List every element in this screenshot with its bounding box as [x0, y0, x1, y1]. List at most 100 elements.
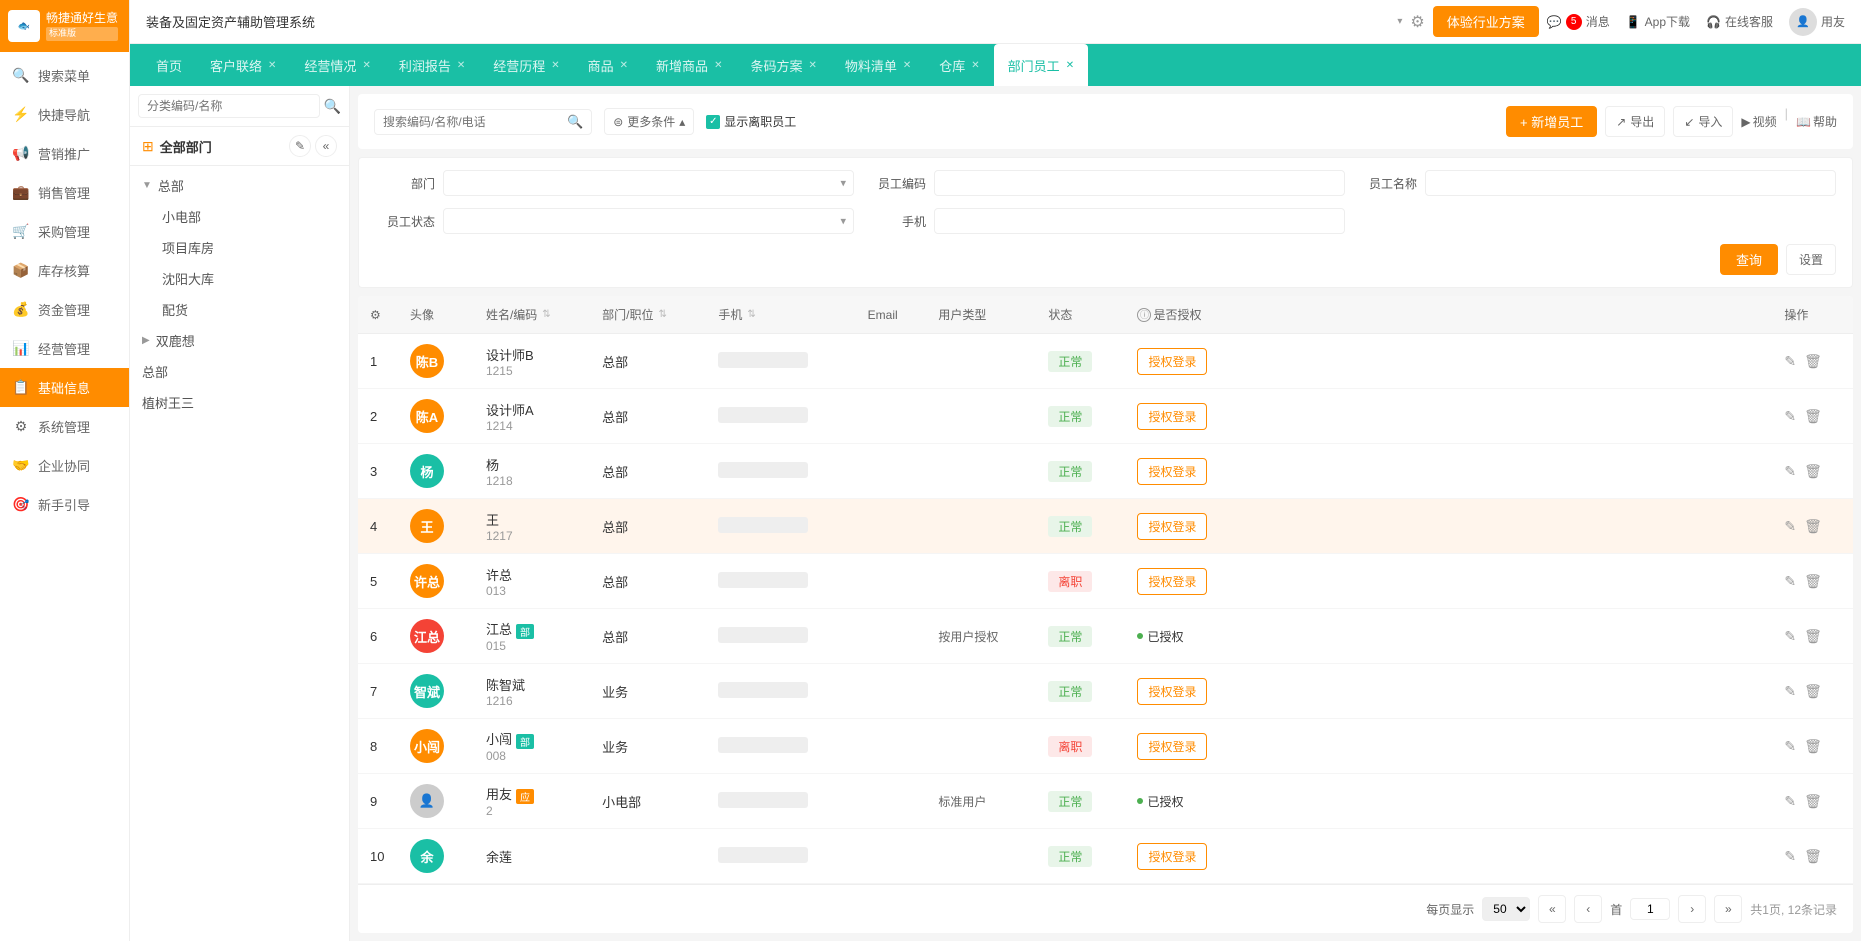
sidebar-item-collab[interactable]: 🤝 企业协同 [0, 446, 129, 485]
delete-icon[interactable]: 🗑 [1804, 463, 1822, 480]
tab-warehouse-close[interactable]: ✕ [971, 60, 979, 71]
edit-icon[interactable]: ✎ [1784, 848, 1796, 865]
user-button[interactable]: 👤 用友 [1789, 8, 1845, 36]
col-dept[interactable]: 部门/职位 ⇅ [590, 296, 706, 334]
title-dropdown-arrow[interactable]: ▾ [1397, 16, 1402, 27]
auth-login-button[interactable]: 授权登录 [1137, 678, 1207, 705]
export-button[interactable]: ↗ 导出 [1605, 106, 1665, 137]
tab-employee-close[interactable]: ✕ [1066, 60, 1074, 71]
tab-add-goods[interactable]: 新增商品 ✕ [642, 44, 736, 86]
auth-login-button[interactable]: 授权登录 [1137, 458, 1207, 485]
emp-name-input[interactable] [1425, 170, 1836, 196]
delete-icon[interactable]: 🗑 [1804, 793, 1822, 810]
delete-icon[interactable]: 🗑 [1804, 353, 1822, 370]
dept-search-icon[interactable]: 🔍 [324, 98, 341, 115]
search-input[interactable] [383, 115, 563, 129]
tab-customer[interactable]: 客户联络 ✕ [196, 44, 290, 86]
dept-search-input[interactable] [138, 94, 320, 118]
next-page-btn[interactable]: › [1678, 895, 1706, 923]
col-phone[interactable]: 手机 ⇅ [706, 296, 855, 334]
sidebar-item-inventory[interactable]: 📦 库存核算 [0, 251, 129, 290]
dept-node-delivery[interactable]: 配货 [138, 294, 349, 325]
sidebar-item-search[interactable]: 🔍 搜索菜单 [0, 56, 129, 95]
auth-login-button[interactable]: 授权登录 [1137, 843, 1207, 870]
tab-bom-close[interactable]: ✕ [903, 60, 911, 71]
emp-code-input[interactable] [934, 170, 1345, 196]
per-page-select[interactable]: 50 [1482, 897, 1530, 921]
auth-login-button[interactable]: 授权登录 [1137, 403, 1207, 430]
tab-barcode-close[interactable]: ✕ [808, 60, 816, 71]
add-employee-button[interactable]: + 新增员工 [1506, 106, 1597, 137]
auth-login-button[interactable]: 授权登录 [1137, 348, 1207, 375]
sidebar-item-nav[interactable]: ⚡ 快捷导航 [0, 95, 129, 134]
dept-node-zongbu[interactable]: 总部 [130, 356, 349, 387]
sidebar-item-basic[interactable]: 📋 基础信息 [0, 368, 129, 407]
edit-icon[interactable]: ✎ [1784, 408, 1796, 425]
help-button[interactable]: 📖 帮助 [1796, 106, 1837, 137]
tab-home[interactable]: 首页 [142, 44, 196, 86]
edit-icon[interactable]: ✎ [1784, 353, 1796, 370]
delete-icon[interactable]: 🗑 [1804, 738, 1822, 755]
auth-login-button[interactable]: 授权登录 [1137, 733, 1207, 760]
tab-warehouse[interactable]: 仓库 ✕ [925, 44, 993, 86]
edit-icon[interactable]: ✎ [1784, 518, 1796, 535]
sidebar-item-guide[interactable]: 🎯 新手引导 [0, 485, 129, 524]
edit-icon[interactable]: ✎ [1784, 628, 1796, 645]
delete-icon[interactable]: 🗑 [1804, 573, 1822, 590]
tab-operation-close[interactable]: ✕ [362, 60, 370, 71]
dept-node-general[interactable]: ▼ 总部 [130, 170, 349, 201]
tab-profit[interactable]: 利润报告 ✕ [385, 44, 479, 86]
search-icon[interactable]: 🔍 [567, 114, 583, 130]
view-button[interactable]: ▶ 视频 [1741, 106, 1776, 137]
edit-icon[interactable]: ✎ [1784, 463, 1796, 480]
tab-goods[interactable]: 商品 ✕ [574, 44, 642, 86]
query-button[interactable]: 查询 [1720, 244, 1778, 275]
emp-status-select[interactable] [443, 208, 854, 234]
dept-node-shenyang[interactable]: 沈阳大库 [138, 263, 349, 294]
delete-icon[interactable]: 🗑 [1804, 408, 1822, 425]
more-conditions-btn[interactable]: ⊜ 更多条件 ▴ [604, 108, 694, 135]
settings-icon[interactable]: ⚙ [1410, 12, 1424, 32]
page-input[interactable] [1630, 898, 1670, 920]
setting-button[interactable]: 设置 [1786, 244, 1836, 275]
dept-collapse-btn[interactable]: « [315, 135, 337, 157]
delete-icon[interactable]: 🗑 [1804, 628, 1822, 645]
delete-icon[interactable]: 🗑 [1804, 683, 1822, 700]
edit-icon[interactable]: ✎ [1784, 683, 1796, 700]
col-settings[interactable]: ⚙ [358, 296, 398, 334]
tab-customer-close[interactable]: ✕ [268, 60, 276, 71]
online-service-button[interactable]: 🎧 在线客服 [1706, 13, 1773, 30]
dept-node-electronics[interactable]: 小电部 [138, 201, 349, 232]
sidebar-item-purchase[interactable]: 🛒 采购管理 [0, 212, 129, 251]
auth-login-button[interactable]: 授权登录 [1137, 513, 1207, 540]
app-download-button[interactable]: 📱 App下载 [1626, 13, 1690, 30]
dept-edit-btn[interactable]: ✎ [289, 135, 311, 157]
experience-button[interactable]: 体验行业方案 [1433, 6, 1539, 37]
edit-icon[interactable]: ✎ [1784, 793, 1796, 810]
tab-operation[interactable]: 经营情况 ✕ [290, 44, 384, 86]
tab-history-close[interactable]: ✕ [551, 60, 559, 71]
dept-node-shuanglu[interactable]: ▶ 双鹿想 [130, 325, 349, 356]
show-resigned-checkbox[interactable]: ✓ 显示离职员工 [706, 113, 796, 130]
auth-login-button[interactable]: 授权登录 [1137, 568, 1207, 595]
sidebar-item-sales[interactable]: 💼 销售管理 [0, 173, 129, 212]
dept-select[interactable] [443, 170, 854, 196]
sidebar-item-finance[interactable]: 💰 资金管理 [0, 290, 129, 329]
tab-employee[interactable]: 部门员工 ✕ [994, 44, 1088, 86]
sidebar-item-operation[interactable]: 📊 经营管理 [0, 329, 129, 368]
tab-goods-close[interactable]: ✕ [620, 60, 628, 71]
tab-profit-close[interactable]: ✕ [457, 60, 465, 71]
col-name[interactable]: 姓名/编码 ⇅ [474, 296, 590, 334]
sidebar-item-system[interactable]: ⚙ 系统管理 [0, 407, 129, 446]
edit-icon[interactable]: ✎ [1784, 573, 1796, 590]
first-page-btn[interactable]: « [1538, 895, 1566, 923]
last-page-btn[interactable]: » [1714, 895, 1742, 923]
delete-icon[interactable]: 🗑 [1804, 518, 1822, 535]
tab-bom[interactable]: 物料清单 ✕ [831, 44, 925, 86]
auth-info-icon[interactable]: ⓘ [1137, 308, 1151, 322]
tab-add-goods-close[interactable]: ✕ [714, 60, 722, 71]
phone-input[interactable] [934, 208, 1345, 234]
import-button[interactable]: ↙ 导入 [1673, 106, 1733, 137]
message-button[interactable]: 💬 5 消息 [1547, 13, 1610, 30]
prev-page-btn[interactable]: ‹ [1574, 895, 1602, 923]
